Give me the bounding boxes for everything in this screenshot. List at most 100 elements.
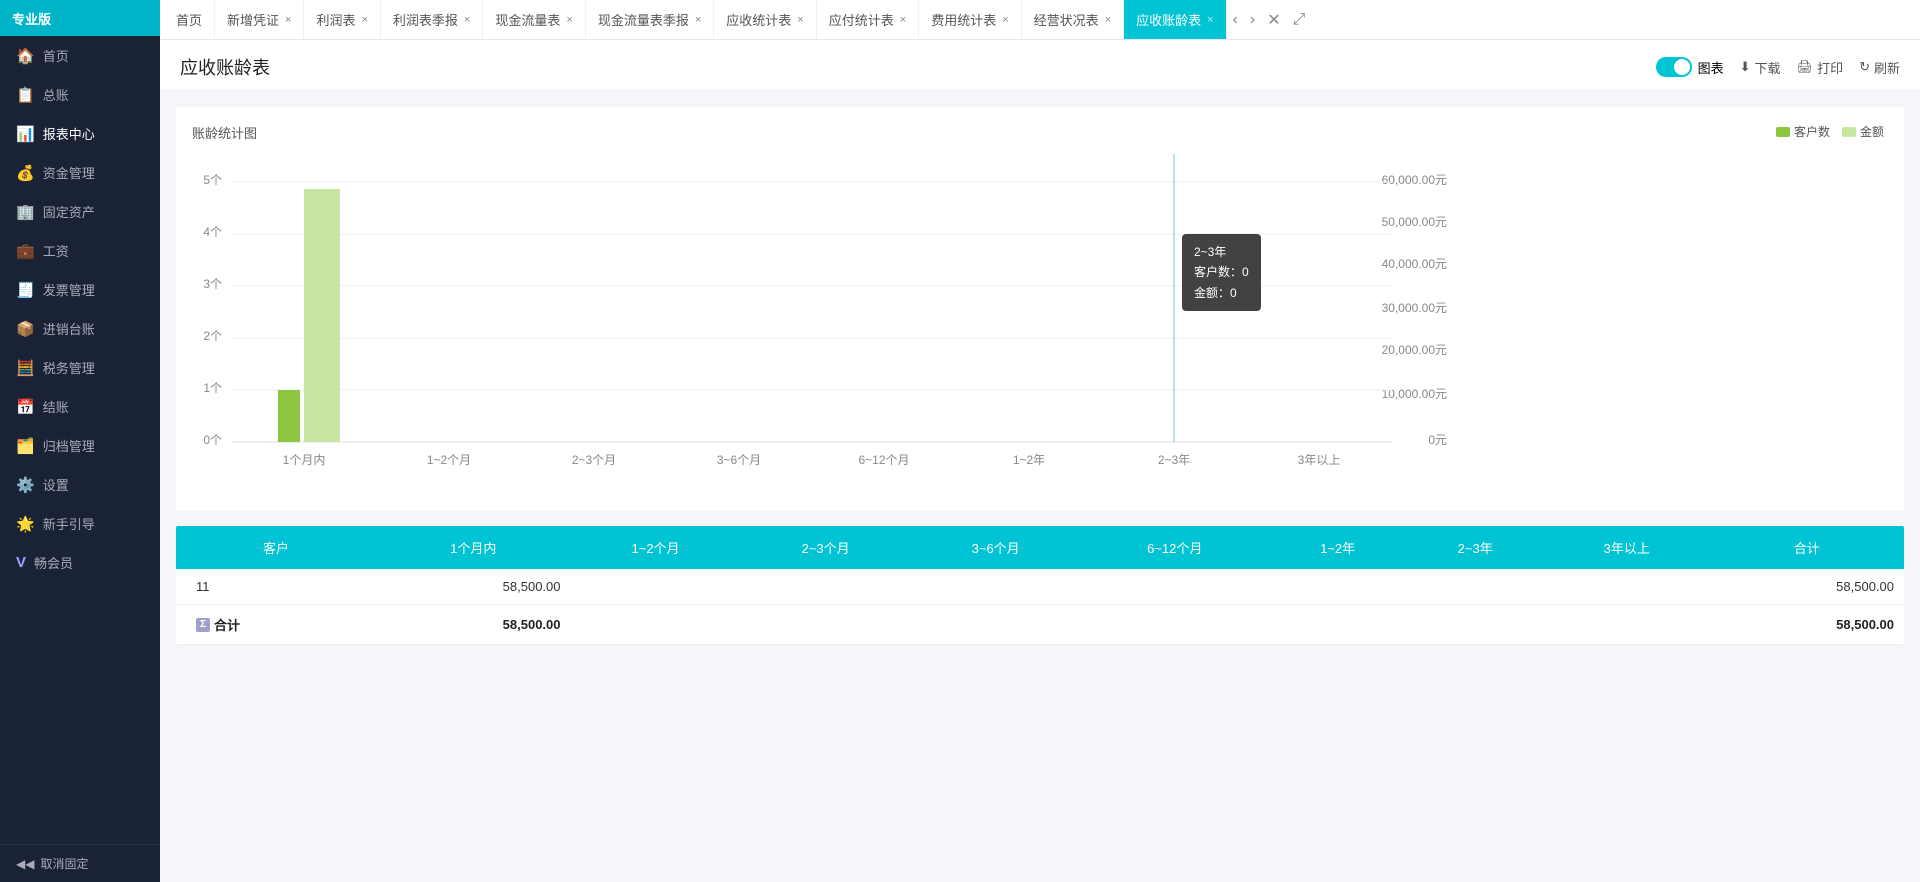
tab-home[interactable]: 首页 <box>164 0 215 39</box>
chart-toggle[interactable] <box>1656 57 1692 77</box>
svg-text:4个: 4个 <box>203 225 222 239</box>
reports-icon: 📊 <box>16 125 35 143</box>
sidebar-item-guide-label: 新手引导 <box>43 514 95 533</box>
cell-m1-2 <box>571 569 741 605</box>
tab-ar-stats-close[interactable]: × <box>797 14 803 26</box>
assets-icon: 🏢 <box>16 203 35 221</box>
tab-expense-stats-close[interactable]: × <box>1002 14 1008 26</box>
svg-text:3年以上: 3年以上 <box>1298 453 1341 467</box>
sidebar-item-salary[interactable]: 💼 工资 <box>0 231 160 270</box>
home-icon: 🏠 <box>16 47 35 65</box>
cell-m6-12 <box>1081 569 1269 605</box>
sidebar-item-invoices-label: 发票管理 <box>43 280 95 299</box>
tab-profit[interactable]: 利润表 × <box>304 0 380 39</box>
tab-profit-close[interactable]: × <box>361 14 367 26</box>
sidebar-item-salary-label: 工资 <box>43 241 69 260</box>
sidebar-item-guide[interactable]: 🌟 新手引导 <box>0 504 160 543</box>
sidebar-item-archive-label: 归档管理 <box>43 436 95 455</box>
sidebar-item-archive[interactable]: 🗂️ 归档管理 <box>0 426 160 465</box>
sidebar-item-home[interactable]: 🏠 首页 <box>0 36 160 75</box>
sidebar-item-assets[interactable]: 🏢 固定资产 <box>0 192 160 231</box>
tab-profit-label: 利润表 <box>316 10 355 29</box>
chart-title: 账龄统计图 <box>192 123 1888 142</box>
tab-cashflow-quarterly[interactable]: 现金流量表季报 × <box>586 0 714 39</box>
table-total-row: Σ 合计 58,500.00 58,500.00 <box>176 605 1904 645</box>
tab-operations[interactable]: 经营状况表 × <box>1022 0 1124 39</box>
sidebar-item-reports[interactable]: 📊 报表中心 <box>0 114 160 153</box>
svg-text:30,000.00元: 30,000.00元 <box>1382 301 1447 315</box>
sidebar-item-inventory[interactable]: 📦 进销台账 <box>0 309 160 348</box>
col-m1-2: 1~2个月 <box>571 526 741 569</box>
sidebar-item-settings[interactable]: ⚙️ 设置 <box>0 465 160 504</box>
svg-text:60,000.00元: 60,000.00元 <box>1382 173 1447 187</box>
tab-ar-stats[interactable]: 应收统计表 × <box>714 0 816 39</box>
svg-text:10,000.00元: 10,000.00元 <box>1382 387 1447 401</box>
cell-total-m1-2 <box>571 605 741 645</box>
table-header-row: 客户 1个月内 1~2个月 2~3个月 3~6个月 6~12个月 1~2年 2~… <box>176 526 1904 569</box>
tab-operations-close[interactable]: × <box>1105 14 1111 26</box>
tab-home-label: 首页 <box>176 10 202 29</box>
cell-total-m1: 58,500.00 <box>376 605 571 645</box>
sidebar-item-close[interactable]: 📅 结账 <box>0 387 160 426</box>
tab-voucher-close[interactable]: × <box>285 14 291 26</box>
close-period-icon: 📅 <box>16 398 35 416</box>
cell-total-y1-2 <box>1269 605 1407 645</box>
tab-ar-aging-close[interactable]: × <box>1207 14 1213 26</box>
chart-toggle-label: 图表 <box>1698 58 1724 77</box>
chart-toggle-wrap: 图表 <box>1656 57 1724 77</box>
salary-icon: 💼 <box>16 242 35 260</box>
sidebar-item-funds[interactable]: 💰 资金管理 <box>0 153 160 192</box>
refresh-label: 刷新 <box>1874 58 1900 77</box>
download-icon: ⬇ <box>1740 59 1751 75</box>
tab-next-btn[interactable]: › <box>1244 0 1261 39</box>
sidebar-item-ledger[interactable]: 📋 总账 <box>0 75 160 114</box>
sidebar-collapse-btn[interactable]: ◀◀ 取消固定 <box>0 844 160 882</box>
tab-profit-quarterly[interactable]: 利润表季报 × <box>381 0 483 39</box>
svg-text:2~3年: 2~3年 <box>1158 453 1190 467</box>
sidebar-item-tax[interactable]: 🧮 税务管理 <box>0 348 160 387</box>
svg-text:20,000.00元: 20,000.00元 <box>1382 343 1447 357</box>
cell-y2-3 <box>1406 569 1544 605</box>
legend-customer-label: 客户数 <box>1794 123 1830 140</box>
col-y2-3: 2~3年 <box>1406 526 1544 569</box>
col-total: 合计 <box>1709 526 1904 569</box>
tab-bar: 首页 新增凭证 × 利润表 × 利润表季报 × 现金流量表 × 现金流量表季报 … <box>160 0 1920 40</box>
main-area: 首页 新增凭证 × 利润表 × 利润表季报 × 现金流量表 × 现金流量表季报 … <box>160 0 1920 882</box>
tab-ar-aging[interactable]: 应收账龄表 × <box>1124 0 1226 39</box>
tab-cashflow[interactable]: 现金流量表 × <box>483 0 585 39</box>
data-table: 客户 1个月内 1~2个月 2~3个月 3~6个月 6~12个月 1~2年 2~… <box>176 526 1904 645</box>
tab-ap-stats-close[interactable]: × <box>900 14 906 26</box>
tab-voucher[interactable]: 新增凭证 × <box>215 0 304 39</box>
print-btn[interactable]: 🖨 打印 <box>1797 58 1844 77</box>
svg-text:1个月内: 1个月内 <box>283 453 326 467</box>
bar-count-1 <box>278 390 300 442</box>
tab-cashflow-close[interactable]: × <box>566 14 572 26</box>
svg-text:6~12个月: 6~12个月 <box>858 453 909 467</box>
refresh-btn[interactable]: ↻ 刷新 <box>1859 58 1900 77</box>
download-btn[interactable]: ⬇ 下载 <box>1740 58 1781 77</box>
sidebar-item-home-label: 首页 <box>43 46 69 65</box>
tab-ar-stats-label: 应收统计表 <box>726 10 791 29</box>
legend-amount: 金额 <box>1842 123 1884 140</box>
sidebar-item-invoices[interactable]: 🧾 发票管理 <box>0 270 160 309</box>
cell-y3plus <box>1544 569 1709 605</box>
cell-total-total: 58,500.00 <box>1709 605 1904 645</box>
tab-close-all-btn[interactable]: ✕ <box>1261 0 1286 39</box>
sidebar-item-vip[interactable]: V 畅会员 <box>0 543 160 582</box>
col-m6-12: 6~12个月 <box>1081 526 1269 569</box>
settings-icon: ⚙️ <box>16 476 35 494</box>
col-m3-6: 3~6个月 <box>911 526 1081 569</box>
col-m2-3: 2~3个月 <box>741 526 911 569</box>
tab-profit-quarterly-close[interactable]: × <box>464 14 470 26</box>
tax-icon: 🧮 <box>16 359 35 377</box>
svg-text:40,000.00元: 40,000.00元 <box>1382 257 1447 271</box>
sidebar-item-ledger-label: 总账 <box>43 85 69 104</box>
tab-expense-stats[interactable]: 费用统计表 × <box>919 0 1021 39</box>
svg-text:1个: 1个 <box>203 381 222 395</box>
funds-icon: 💰 <box>16 164 35 182</box>
tab-fullscreen-btn[interactable]: ⤢ <box>1287 0 1312 39</box>
tab-ap-stats[interactable]: 应付统计表 × <box>817 0 919 39</box>
cell-m2-3 <box>741 569 911 605</box>
tab-cashflow-quarterly-close[interactable]: × <box>695 14 701 26</box>
tab-prev-btn[interactable]: ‹ <box>1227 0 1244 39</box>
